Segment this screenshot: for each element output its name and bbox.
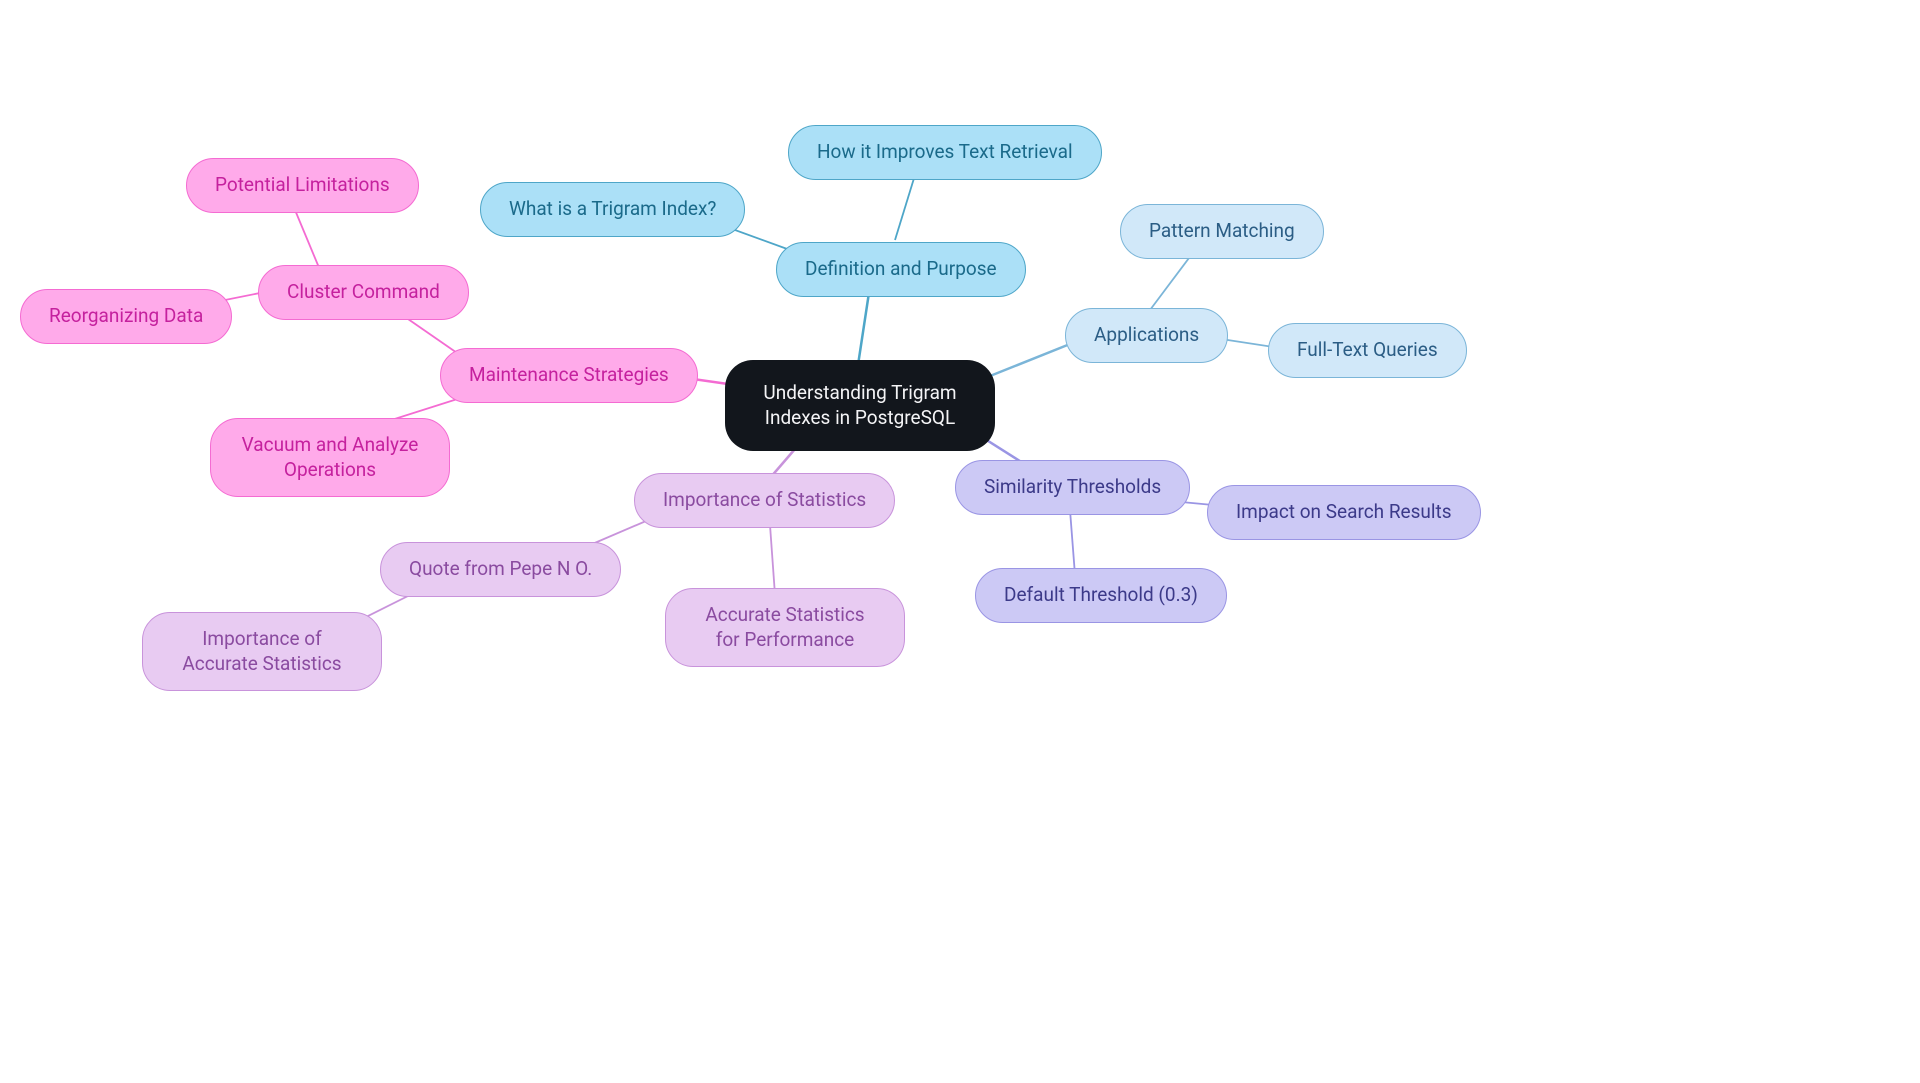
node-maintenance-label: Maintenance Strategies bbox=[469, 363, 669, 388]
node-pattern-matching[interactable]: Pattern Matching bbox=[1120, 204, 1324, 259]
node-reorganizing[interactable]: Reorganizing Data bbox=[20, 289, 232, 344]
node-similarity-label: Similarity Thresholds bbox=[984, 475, 1161, 500]
node-limitations-label: Potential Limitations bbox=[215, 173, 390, 198]
node-default-threshold-label: Default Threshold (0.3) bbox=[1004, 583, 1198, 608]
node-quote-label: Quote from Pepe N O. bbox=[409, 557, 592, 582]
node-default-threshold[interactable]: Default Threshold (0.3) bbox=[975, 568, 1227, 623]
node-improve-retrieval[interactable]: How it Improves Text Retrieval bbox=[788, 125, 1102, 180]
node-definition-label: Definition and Purpose bbox=[805, 257, 997, 282]
node-fulltext-queries-label: Full-Text Queries bbox=[1297, 338, 1438, 363]
node-similarity[interactable]: Similarity Thresholds bbox=[955, 460, 1190, 515]
node-fulltext-queries[interactable]: Full-Text Queries bbox=[1268, 323, 1467, 378]
node-accurate-stats[interactable]: Accurate Statistics for Performance bbox=[665, 588, 905, 667]
center-label: Understanding Trigram Indexes in Postgre… bbox=[750, 381, 970, 430]
node-applications[interactable]: Applications bbox=[1065, 308, 1228, 363]
node-applications-label: Applications bbox=[1094, 323, 1199, 348]
node-vacuum[interactable]: Vacuum and Analyze Operations bbox=[210, 418, 450, 497]
node-accurate-stats-label: Accurate Statistics for Performance bbox=[694, 603, 876, 652]
node-limitations[interactable]: Potential Limitations bbox=[186, 158, 419, 213]
node-definition[interactable]: Definition and Purpose bbox=[776, 242, 1026, 297]
node-maintenance[interactable]: Maintenance Strategies bbox=[440, 348, 698, 403]
center-node[interactable]: Understanding Trigram Indexes in Postgre… bbox=[725, 360, 995, 451]
node-importance-accurate-label: Importance of Accurate Statistics bbox=[171, 627, 353, 676]
node-impact-search[interactable]: Impact on Search Results bbox=[1207, 485, 1481, 540]
node-reorganizing-label: Reorganizing Data bbox=[49, 304, 203, 329]
node-what-trigram[interactable]: What is a Trigram Index? bbox=[480, 182, 745, 237]
node-quote[interactable]: Quote from Pepe N O. bbox=[380, 542, 621, 597]
node-statistics[interactable]: Importance of Statistics bbox=[634, 473, 895, 528]
node-vacuum-label: Vacuum and Analyze Operations bbox=[239, 433, 421, 482]
node-impact-search-label: Impact on Search Results bbox=[1236, 500, 1452, 525]
node-what-trigram-label: What is a Trigram Index? bbox=[509, 197, 716, 222]
node-cluster-label: Cluster Command bbox=[287, 280, 440, 305]
node-statistics-label: Importance of Statistics bbox=[663, 488, 866, 513]
node-cluster[interactable]: Cluster Command bbox=[258, 265, 469, 320]
node-improve-retrieval-label: How it Improves Text Retrieval bbox=[817, 140, 1073, 165]
node-importance-accurate[interactable]: Importance of Accurate Statistics bbox=[142, 612, 382, 691]
node-pattern-matching-label: Pattern Matching bbox=[1149, 219, 1295, 244]
